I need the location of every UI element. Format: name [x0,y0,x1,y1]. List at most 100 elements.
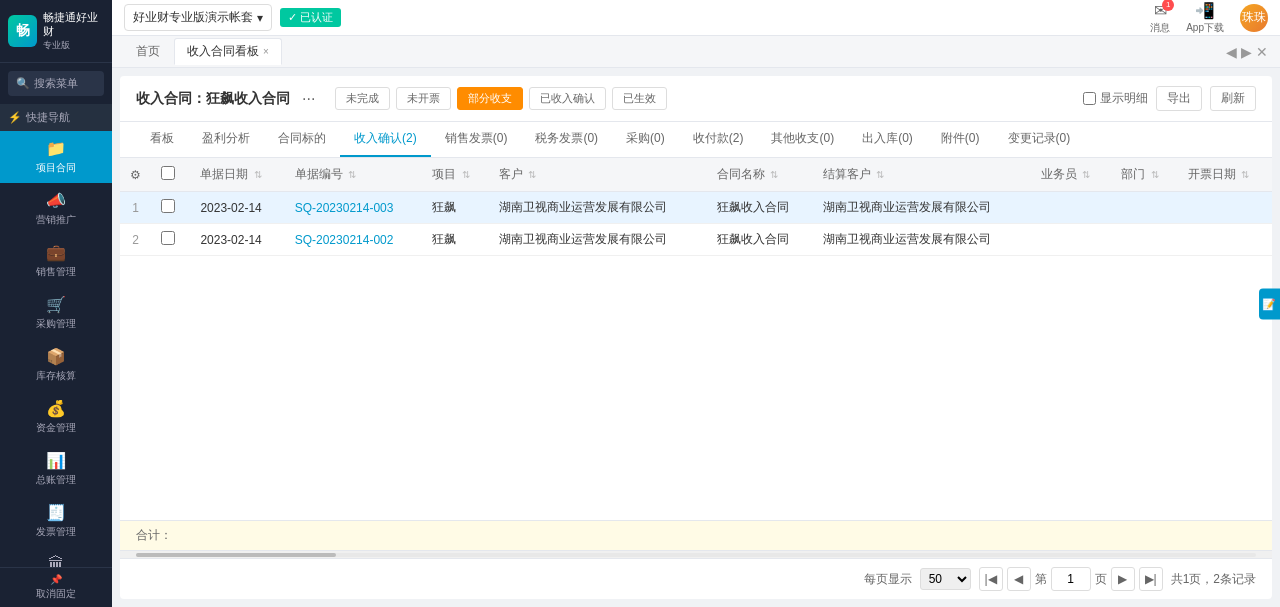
row-order-2[interactable]: SQ-20230214-002 [285,224,423,256]
refresh-button[interactable]: 刷新 [1210,86,1256,111]
data-table-area: ⚙ 单据日期 ⇅ 单据编号 ⇅ 项目 ⇅ 客户 ⇅ 合同名称 ⇅ 结算客户 ⇅ … [120,158,1272,520]
tab-other-income[interactable]: 其他收支(0) [757,122,848,157]
total-records-info: 共1页，2条记录 [1171,571,1256,588]
contract-header: 收入合同：狂飙收入合同 ··· 未完成 未开票 部分收支 已收入确认 已生效 显… [120,76,1272,122]
row-checkbox-1[interactable] [151,192,190,224]
show-detail-checkbox[interactable]: 显示明细 [1083,90,1148,107]
col-salesperson[interactable]: 业务员 ⇅ [1031,158,1111,192]
quick-nav-button[interactable]: ⚡ 快捷导航 [0,104,112,131]
select-all-checkbox[interactable] [161,166,175,180]
scroll-track [136,553,1256,557]
sidebar-search-area: 🔍 搜索菜单 [0,63,112,104]
per-page-select[interactable]: 50 10 20 100 [920,568,971,590]
topbar: 好业财专业版演示帐套 ▾ ✓ 已认证 ✉ 消息 1 📲 App下载 珠珠 [112,0,1280,36]
page-last-button[interactable]: ▶| [1139,567,1163,591]
sidebar-item-finance[interactable]: 💰 资金管理 [0,391,112,443]
right-float-panel[interactable]: 📝 [1259,288,1280,319]
verified-badge: ✓ 已认证 [280,8,341,27]
page-next-button[interactable]: ▶ [1111,567,1135,591]
lightning-icon: ⚡ [8,111,22,124]
user-avatar[interactable]: 珠珠 [1240,4,1268,32]
row-num-2: 2 [120,224,151,256]
tab-change-log[interactable]: 变更记录(0) [994,122,1085,157]
status-uninvoiced-button[interactable]: 未开票 [396,87,451,110]
page-prev-button[interactable]: ◀ [1007,567,1031,591]
row-billing-1: 湖南卫视商业运营发展有限公司 [813,192,1031,224]
tab-subject[interactable]: 合同标的 [264,122,340,157]
ledger-icon: 📊 [46,451,66,470]
tab-payment[interactable]: 收付款(2) [679,122,758,157]
detail-checkbox-input[interactable] [1083,92,1096,105]
row-contract-1: 狂飙收入合同 [707,192,814,224]
sidebar-item-marketing[interactable]: 📣 营销推广 [0,183,112,235]
page-first-button[interactable]: |◀ [979,567,1003,591]
horizontal-scrollbar[interactable] [120,550,1272,558]
sort-icon-date: ⇅ [254,169,262,180]
search-menu-button[interactable]: 🔍 搜索菜单 [8,71,104,96]
col-date[interactable]: 单据日期 ⇅ [190,158,284,192]
sidebar-item-purchase[interactable]: 🛒 采购管理 [0,287,112,339]
more-options-button[interactable]: ··· [302,90,315,108]
logo-text: 畅捷通好业财 专业版 [43,10,104,52]
sidebar-item-inventory[interactable]: 📦 库存核算 [0,339,112,391]
table-row[interactable]: 2 2023-02-14 SQ-20230214-002 狂飙 湖南卫视商业运营… [120,224,1272,256]
company-selector[interactable]: 好业财专业版演示帐套 ▾ [124,4,272,31]
status-partial-button[interactable]: 部分收支 [457,87,523,110]
invoice-icon: 🧾 [46,503,66,522]
chevron-down-icon: ▾ [257,11,263,25]
col-project[interactable]: 项目 ⇅ [422,158,488,192]
sidebar-item-ledger[interactable]: 📊 总账管理 [0,443,112,495]
tab-revenue-confirm[interactable]: 收入确认(2) [340,122,431,157]
tab-attachment[interactable]: 附件(0) [927,122,994,157]
tab-sales-invoice[interactable]: 销售发票(0) [431,122,522,157]
app-download-button[interactable]: 📲 App下载 [1186,1,1224,35]
status-incomplete-button[interactable]: 未完成 [335,87,390,110]
tab-contract-board[interactable]: 收入合同看板 × [174,38,282,65]
tab-close-all-button[interactable]: ✕ [1256,44,1268,60]
unpin-button[interactable]: 📌 取消固定 [0,568,112,607]
row-date-2: 2023-02-14 [190,224,284,256]
tab-profit[interactable]: 盈利分析 [188,122,264,157]
col-invoice-date[interactable]: 开票日期 ⇅ [1178,158,1272,192]
app-logo: 畅 畅捷通好业财 专业版 [0,0,112,63]
sales-icon: 💼 [46,243,66,262]
topbar-right: ✉ 消息 1 📲 App下载 珠珠 [1150,1,1268,35]
col-customer[interactable]: 客户 ⇅ [489,158,707,192]
checkbox-col-header[interactable] [151,158,190,192]
export-button[interactable]: 导出 [1156,86,1202,111]
row-invoice-date-1 [1178,192,1272,224]
row-order-1[interactable]: SQ-20230214-003 [285,192,423,224]
tab-purchase[interactable]: 采购(0) [612,122,679,157]
sidebar-item-tax[interactable]: 🏛 税务管理 [0,547,112,567]
settings-col-header[interactable]: ⚙ [120,158,151,192]
tab-tax-invoice[interactable]: 税务发票(0) [521,122,612,157]
table-header-row: ⚙ 单据日期 ⇅ 单据编号 ⇅ 项目 ⇅ 客户 ⇅ 合同名称 ⇅ 结算客户 ⇅ … [120,158,1272,192]
scroll-thumb[interactable] [136,553,336,557]
status-confirmed-button[interactable]: 已收入确认 [529,87,606,110]
message-button[interactable]: ✉ 消息 1 [1150,1,1170,35]
table-row[interactable]: 1 2023-02-14 SQ-20230214-003 狂飙 湖南卫视商业运营… [120,192,1272,224]
row-contract-2: 狂飙收入合同 [707,224,814,256]
page-number-input[interactable]: 1 [1051,567,1091,591]
col-order-no[interactable]: 单据编号 ⇅ [285,158,423,192]
col-billing-customer[interactable]: 结算客户 ⇅ [813,158,1031,192]
tab-prev-button[interactable]: ◀ [1226,44,1237,60]
col-department[interactable]: 部门 ⇅ [1111,158,1177,192]
sort-icon-customer: ⇅ [528,169,536,180]
sidebar-item-project[interactable]: 📁 项目合同 [0,131,112,183]
tab-warehouse[interactable]: 出入库(0) [848,122,927,157]
tab-close-button[interactable]: × [263,46,269,57]
header-right-actions: 显示明细 导出 刷新 [1083,86,1256,111]
tab-kanban[interactable]: 看板 [136,122,188,157]
col-contract-name[interactable]: 合同名称 ⇅ [707,158,814,192]
contract-title: 收入合同：狂飙收入合同 [136,90,290,108]
main-content: 好业财专业版演示帐套 ▾ ✓ 已认证 ✉ 消息 1 📲 App下载 珠珠 首页 [112,0,1280,607]
sidebar-item-sales[interactable]: 💼 销售管理 [0,235,112,287]
status-active-button[interactable]: 已生效 [612,87,667,110]
page-total-label: 页 [1095,571,1107,588]
tab-home[interactable]: 首页 [124,39,172,64]
check-icon: ✓ [288,11,297,24]
tab-next-button[interactable]: ▶ [1241,44,1252,60]
row-checkbox-2[interactable] [151,224,190,256]
sidebar-item-invoice[interactable]: 🧾 发票管理 [0,495,112,547]
